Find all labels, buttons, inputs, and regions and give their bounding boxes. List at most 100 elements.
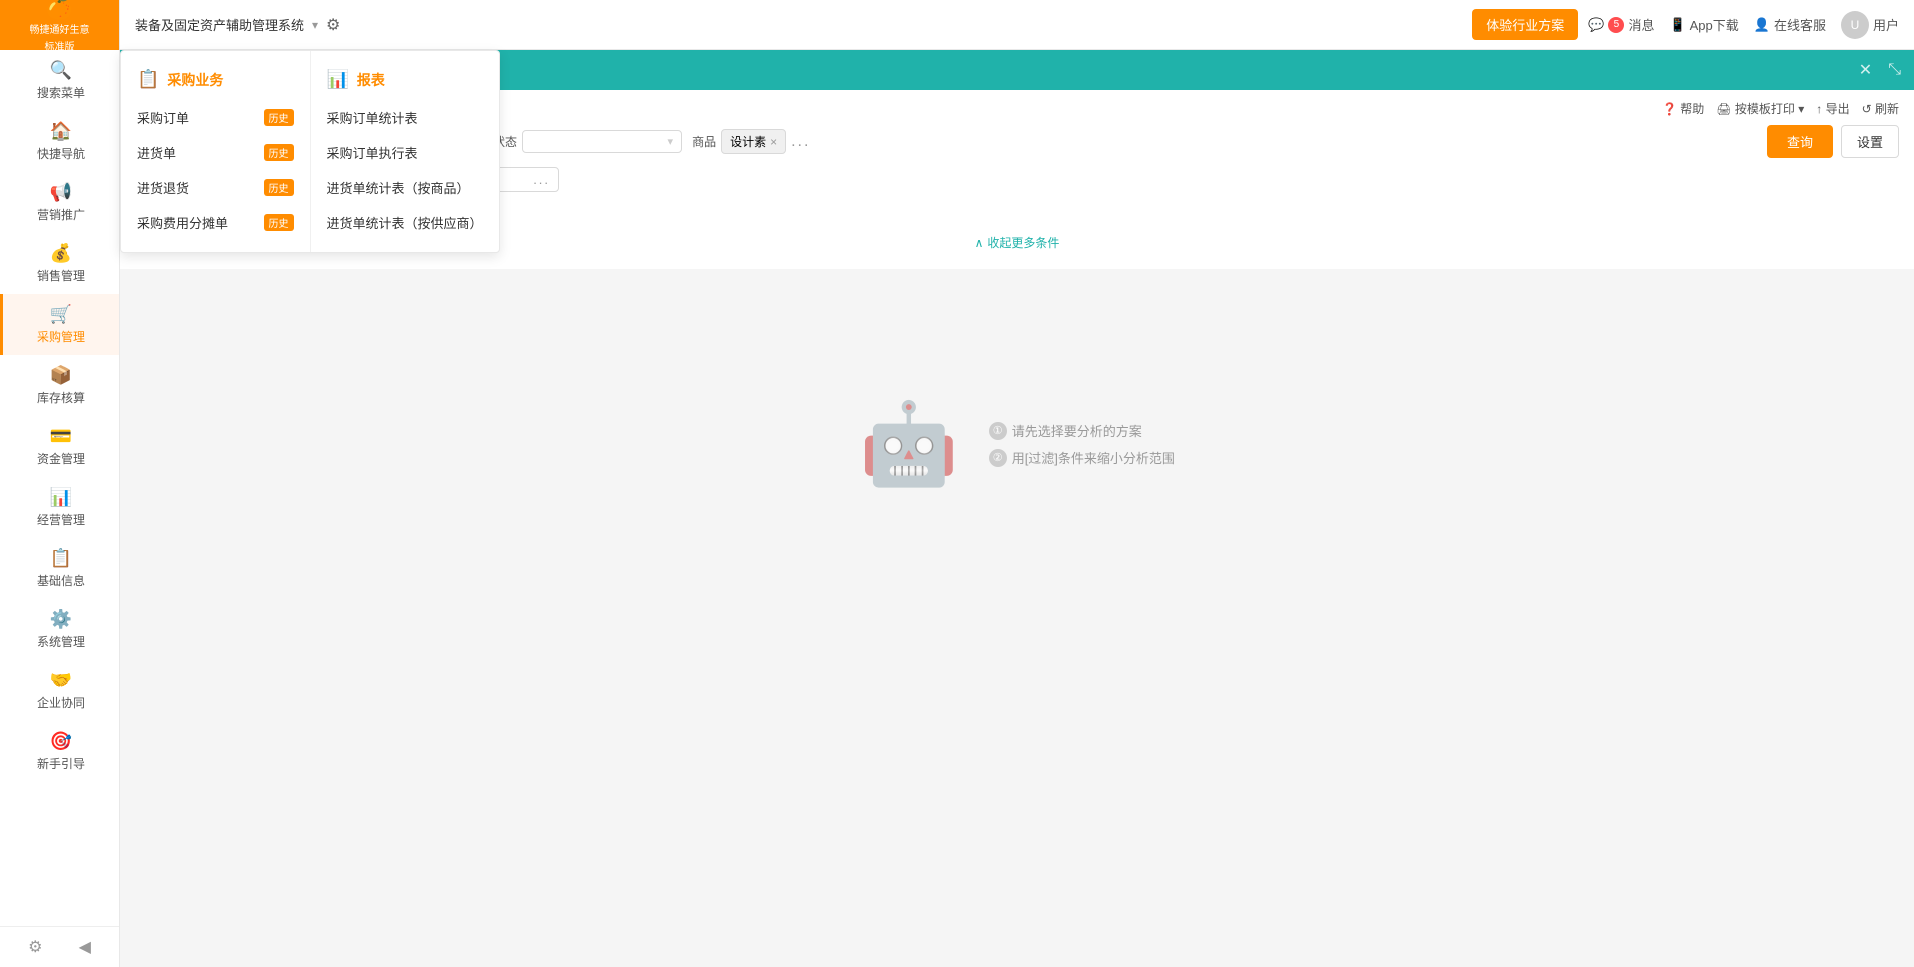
sales-icon: 💰 bbox=[50, 243, 72, 264]
purchase-section-icon: 📋 bbox=[137, 69, 159, 90]
sidebar-item-quick-nav[interactable]: 🏠 快捷导航 bbox=[0, 111, 119, 172]
message-label: 消息 bbox=[1628, 15, 1654, 34]
salesman-dots[interactable]: ... bbox=[533, 172, 550, 187]
purchase-icon: 🛒 bbox=[50, 304, 72, 325]
topbar-right: 💬 5 消息 📱 App下载 👤 在线客服 U 用户 bbox=[1588, 11, 1899, 39]
collab-label: 企业协同 bbox=[37, 694, 85, 711]
sidebar-item-operation[interactable]: 📊 经营管理 bbox=[0, 477, 119, 538]
goods-tag-close[interactable]: × bbox=[770, 135, 777, 149]
return-label: 进货退货 bbox=[137, 178, 189, 197]
quick-nav-label: 快捷导航 bbox=[37, 145, 85, 162]
quick-nav-icon: 🏠 bbox=[50, 121, 72, 142]
export-btn[interactable]: ↑ 导出 bbox=[1816, 100, 1849, 117]
system-label: 系统管理 bbox=[37, 633, 85, 650]
help-btn[interactable]: ❓ 帮助 bbox=[1662, 100, 1704, 117]
search-icon: 🔍 bbox=[50, 60, 72, 81]
sidebar-item-purchase[interactable]: 🛒 采购管理 bbox=[0, 294, 119, 355]
message-btn[interactable]: 💬 5 消息 bbox=[1588, 15, 1654, 34]
sidebar-item-sales[interactable]: 💰 销售管理 bbox=[0, 233, 119, 294]
dropdown-report-header: 📊 报表 bbox=[311, 63, 500, 100]
topbar-chevron-icon[interactable]: ▾ bbox=[312, 18, 318, 32]
doc-status-select[interactable]: ▾ bbox=[522, 130, 682, 153]
message-icon: 💬 bbox=[1588, 17, 1604, 33]
basic-label: 基础信息 bbox=[37, 572, 85, 589]
empty-tips: ① 请先选择要分析的方案 ② 用[过滤]条件来缩小分析范围 bbox=[989, 421, 1175, 467]
setting-btn[interactable]: 设置 bbox=[1841, 125, 1899, 158]
sidebar-collapse-icon[interactable]: ◀ bbox=[79, 937, 91, 957]
inventory-label: 库存核算 bbox=[37, 389, 85, 406]
return-history-badge: 历史 bbox=[264, 179, 294, 196]
dropdown-item-order-stats[interactable]: 采购订单统计表 bbox=[311, 100, 500, 135]
sidebar-item-inventory[interactable]: 📦 库存核算 bbox=[0, 355, 119, 416]
search-label: 搜索菜单 bbox=[37, 84, 85, 101]
tip-1-num: ① bbox=[989, 422, 1007, 440]
sidebar-item-system[interactable]: ⚙️ 系统管理 bbox=[0, 599, 119, 660]
operation-label: 经营管理 bbox=[37, 511, 85, 528]
dropdown-item-purchase-order[interactable]: 采购订单 历史 bbox=[121, 100, 310, 135]
incoming-label: 进货单 bbox=[137, 143, 176, 162]
query-btn[interactable]: 查询 bbox=[1767, 125, 1833, 158]
online-service-label: 在线客服 bbox=[1774, 15, 1826, 34]
dropdown-item-incoming-stats-supplier[interactable]: 进货单统计表（按供应商） bbox=[311, 205, 500, 240]
basic-icon: 📋 bbox=[50, 548, 72, 569]
operation-icon: 📊 bbox=[50, 487, 72, 508]
sidebar-item-marketing[interactable]: 📢 营销推广 bbox=[0, 172, 119, 233]
sidebar-item-collab[interactable]: 🤝 企业协同 bbox=[0, 660, 119, 721]
sidebar-item-finance[interactable]: 💳 资金管理 bbox=[0, 416, 119, 477]
dropdown-report-col: 📊 报表 采购订单统计表 采购订单执行表 进货单统计表（按商品） 进货单统计表（… bbox=[311, 51, 500, 252]
dropdown-item-incoming-stats-goods[interactable]: 进货单统计表（按商品） bbox=[311, 170, 500, 205]
dropdown-item-return[interactable]: 进货退货 历史 bbox=[121, 170, 310, 205]
guide-icon: 🎯 bbox=[50, 731, 72, 752]
refresh-btn[interactable]: ↺ 刷新 bbox=[1862, 100, 1899, 117]
incoming-stats-supplier-label: 进货单统计表（按供应商） bbox=[327, 213, 483, 232]
report-section-title: 报表 bbox=[357, 70, 385, 90]
app-logo: 🍊 畅捷通好生意 标准版 bbox=[0, 0, 119, 50]
inventory-icon: 📦 bbox=[50, 365, 72, 386]
marketing-icon: 📢 bbox=[50, 182, 72, 203]
service-icon: 👤 bbox=[1754, 17, 1770, 33]
order-exec-label: 采购订单执行表 bbox=[327, 143, 418, 162]
sidebar-item-guide[interactable]: 🎯 新手引导 bbox=[0, 721, 119, 782]
system-name: 装备及固定资产辅助管理系统 bbox=[135, 15, 304, 34]
finance-label: 资金管理 bbox=[37, 450, 85, 467]
sidebar: 🍊 畅捷通好生意 标准版 🔍 搜索菜单 🏠 快捷导航 📢 营销推广 💰 销售管理… bbox=[0, 0, 120, 967]
doc-status-filter: 单据状态 ▾ bbox=[469, 130, 682, 153]
topbar: 装备及固定资产辅助管理系统 ▾ ⚙ 体验行业方案 💬 5 消息 📱 App下载 … bbox=[120, 0, 1914, 50]
empty-tip-2: ② 用[过滤]条件来缩小分析范围 bbox=[989, 448, 1175, 467]
purchase-label: 采购管理 bbox=[37, 328, 85, 345]
collapse-arrow-icon: ∧ bbox=[975, 236, 984, 250]
app-download-btn[interactable]: 📱 App下载 bbox=[1669, 15, 1738, 34]
topbar-gear-icon[interactable]: ⚙ bbox=[326, 15, 340, 35]
goods-dots[interactable]: ... bbox=[791, 133, 810, 151]
empty-state: 🤖 ① 请先选择要分析的方案 ② 用[过滤]条件来缩小分析范围 bbox=[120, 269, 1914, 619]
industry-btn[interactable]: 体验行业方案 bbox=[1472, 9, 1578, 40]
sidebar-footer: ⚙ ◀ bbox=[0, 926, 119, 967]
online-service-btn[interactable]: 👤 在线客服 bbox=[1754, 15, 1826, 34]
logo-icon: 🍊 bbox=[46, 0, 73, 19]
sidebar-item-search[interactable]: 🔍 搜索菜单 bbox=[0, 50, 119, 111]
sidebar-settings-icon[interactable]: ⚙ bbox=[28, 937, 42, 957]
goods-tag: 设计素 × bbox=[721, 129, 786, 154]
user-btn[interactable]: U 用户 bbox=[1841, 11, 1899, 39]
window-close-icon[interactable]: ✕ bbox=[1851, 60, 1880, 80]
sidebar-item-basic[interactable]: 📋 基础信息 bbox=[0, 538, 119, 599]
user-label: 用户 bbox=[1873, 15, 1899, 34]
dropdown-item-incoming[interactable]: 进货单 历史 bbox=[121, 135, 310, 170]
window-expand-icon[interactable]: ⤡ bbox=[1880, 61, 1909, 79]
purchase-order-history-badge: 历史 bbox=[264, 109, 294, 126]
dropdown-purchase-col: 📋 采购业务 采购订单 历史 进货单 历史 进货退货 历史 采购费用分摊单 历史 bbox=[121, 51, 311, 252]
dropdown-menu: 📋 采购业务 采购订单 历史 进货单 历史 进货退货 历史 采购费用分摊单 历史… bbox=[120, 50, 500, 253]
expense-history-badge: 历史 bbox=[264, 214, 294, 231]
print-template-btn[interactable]: 🖨 按模板打印 ▾ bbox=[1716, 100, 1804, 117]
dropdown-item-order-exec[interactable]: 采购订单执行表 bbox=[311, 135, 500, 170]
collab-icon: 🤝 bbox=[50, 670, 72, 691]
empty-tip-1: ① 请先选择要分析的方案 bbox=[989, 421, 1175, 440]
tip-2-num: ② bbox=[989, 449, 1007, 467]
collapse-btn[interactable]: ∧ 收起更多条件 bbox=[957, 234, 1077, 251]
goods-filter: 商品 设计素 × ... bbox=[692, 129, 810, 154]
topbar-title: 装备及固定资产辅助管理系统 ▾ ⚙ bbox=[135, 15, 1462, 35]
finance-icon: 💳 bbox=[50, 426, 72, 447]
dropdown-purchase-header: 📋 采购业务 bbox=[121, 63, 310, 100]
purchase-section-title: 采购业务 bbox=[167, 70, 223, 90]
dropdown-item-expense[interactable]: 采购费用分摊单 历史 bbox=[121, 205, 310, 240]
